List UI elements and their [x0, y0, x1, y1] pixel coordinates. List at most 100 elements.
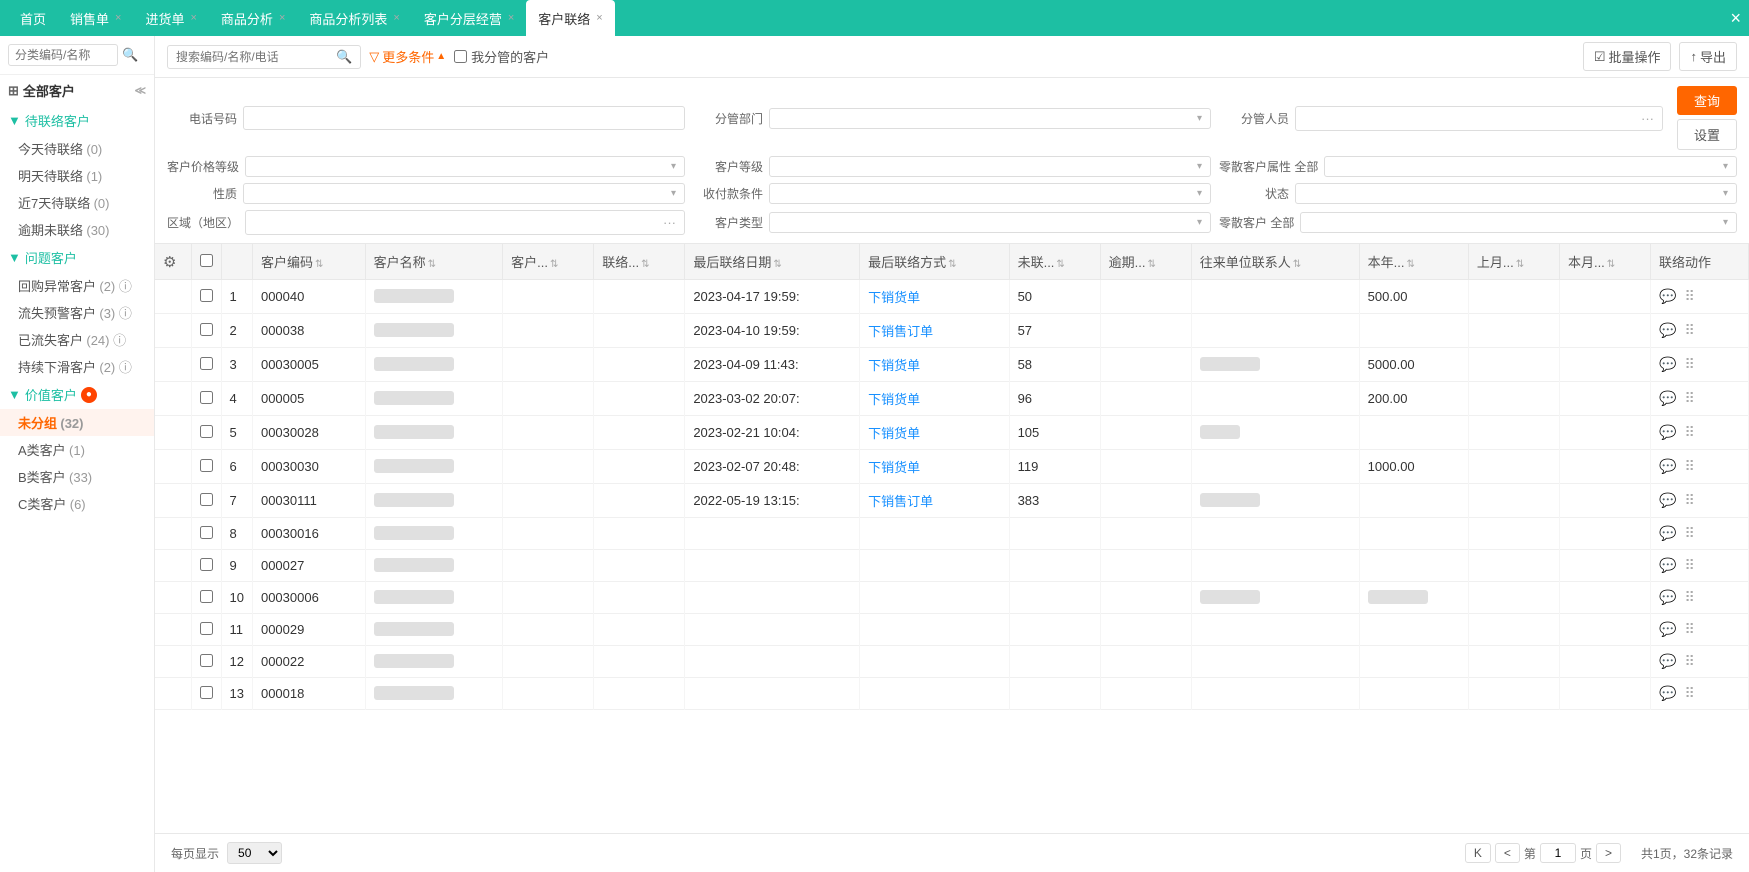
- sidebar-item-lost[interactable]: 已流失客户 (24) ⓘ: [0, 326, 154, 353]
- message-icon[interactable]: 💬: [1659, 458, 1676, 475]
- grade-select[interactable]: ▾: [769, 156, 1211, 177]
- grid-action-icon[interactable]: ⠿: [1684, 685, 1694, 702]
- sort-icon-od[interactable]: ⇅: [1148, 259, 1156, 270]
- sort-icon-lm[interactable]: ⇅: [1516, 259, 1524, 270]
- message-icon[interactable]: 💬: [1659, 557, 1676, 574]
- sort-icon-name[interactable]: ⇅: [428, 259, 436, 270]
- search-button[interactable]: 查询: [1677, 86, 1737, 115]
- row-checkbox[interactable]: [200, 686, 213, 699]
- sidebar-collapse-btn[interactable]: ≪: [134, 84, 146, 97]
- cell-checkbox[interactable]: [191, 582, 221, 614]
- row-checkbox[interactable]: [200, 526, 213, 539]
- sidebar-item-unclassified[interactable]: 未分组 (32): [0, 409, 154, 436]
- grid-action-icon[interactable]: ⠿: [1684, 589, 1694, 606]
- cell-checkbox[interactable]: [191, 484, 221, 518]
- reset-button[interactable]: 设置: [1677, 119, 1737, 150]
- retail-select[interactable]: ▾: [1300, 212, 1737, 233]
- cell-checkbox[interactable]: [191, 450, 221, 484]
- settings-icon[interactable]: ⚙: [163, 254, 176, 271]
- grid-action-icon[interactable]: ⠿: [1684, 525, 1694, 542]
- cell-checkbox[interactable]: [191, 314, 221, 348]
- sidebar-item-today[interactable]: 今天待联络 (0): [0, 135, 154, 162]
- sort-icon-ty[interactable]: ⇅: [1407, 259, 1415, 270]
- sidebar-search-input[interactable]: [8, 44, 118, 66]
- tab-customer-segment[interactable]: 客户分层经营 ×: [412, 0, 526, 36]
- message-icon[interactable]: 💬: [1659, 621, 1676, 638]
- tab-close-customer-contact[interactable]: ×: [596, 12, 602, 24]
- last-method-link[interactable]: 下销货单: [868, 358, 920, 373]
- price-grade-select[interactable]: ▾: [245, 156, 685, 177]
- message-icon[interactable]: 💬: [1659, 525, 1676, 542]
- row-checkbox[interactable]: [200, 289, 213, 302]
- sidebar-group-pending[interactable]: ▼ 待联络客户: [0, 106, 154, 135]
- cell-checkbox[interactable]: [191, 280, 221, 314]
- my-customers-checkbox[interactable]: [454, 50, 467, 63]
- tab-home[interactable]: 首页: [8, 0, 58, 36]
- cell-checkbox[interactable]: [191, 646, 221, 678]
- last-method-link[interactable]: 下销货单: [868, 290, 920, 305]
- last-method-link[interactable]: 下销售订单: [868, 494, 933, 509]
- page-next-btn[interactable]: >: [1596, 843, 1621, 863]
- grid-action-icon[interactable]: ⠿: [1684, 557, 1694, 574]
- grid-action-icon[interactable]: ⠿: [1684, 288, 1694, 305]
- grid-action-icon[interactable]: ⠿: [1684, 424, 1694, 441]
- last-method-link[interactable]: 下销货单: [868, 392, 920, 407]
- page-first-btn[interactable]: K: [1465, 843, 1491, 863]
- grid-action-icon[interactable]: ⠿: [1684, 492, 1694, 509]
- phone-input[interactable]: [243, 106, 685, 130]
- row-checkbox[interactable]: [200, 391, 213, 404]
- grid-action-icon[interactable]: ⠿: [1684, 390, 1694, 407]
- sidebar-item-group-a[interactable]: A类客户 (1): [0, 436, 154, 463]
- message-icon[interactable]: 💬: [1659, 492, 1676, 509]
- tab-customer-contact[interactable]: 客户联络 ×: [526, 0, 614, 36]
- last-method-link[interactable]: 下销货单: [868, 460, 920, 475]
- retail-attr-select[interactable]: ▾: [1324, 156, 1737, 177]
- cell-checkbox[interactable]: [191, 348, 221, 382]
- sidebar-item-churn-risk[interactable]: 流失预警客户 (3) ⓘ: [0, 299, 154, 326]
- message-icon[interactable]: 💬: [1659, 390, 1676, 407]
- cell-checkbox[interactable]: [191, 678, 221, 710]
- customer-type-select[interactable]: ▾: [769, 212, 1211, 233]
- grid-action-icon[interactable]: ⠿: [1684, 458, 1694, 475]
- nature-select[interactable]: ▾: [243, 183, 685, 204]
- grid-action-icon[interactable]: ⠿: [1684, 621, 1694, 638]
- message-icon[interactable]: 💬: [1659, 424, 1676, 441]
- page-input[interactable]: [1540, 843, 1576, 863]
- my-customers-checkbox-label[interactable]: 我分管的客户: [454, 47, 549, 66]
- sidebar-item-declining[interactable]: 持续下滑客户 (2) ⓘ: [0, 353, 154, 380]
- grid-action-icon[interactable]: ⠿: [1684, 653, 1694, 670]
- sidebar-group-value[interactable]: ▼ 价值客户 ●: [0, 380, 154, 409]
- message-icon[interactable]: 💬: [1659, 288, 1676, 305]
- sidebar-item-overdue[interactable]: 逾期未联络 (30): [0, 216, 154, 243]
- cell-checkbox[interactable]: [191, 614, 221, 646]
- tab-close-customer-segment[interactable]: ×: [508, 12, 514, 24]
- row-checkbox[interactable]: [200, 493, 213, 506]
- payment-select[interactable]: ▾: [769, 183, 1211, 204]
- message-icon[interactable]: 💬: [1659, 685, 1676, 702]
- message-icon[interactable]: 💬: [1659, 589, 1676, 606]
- sidebar-all-customers[interactable]: ⊞ 全部客户 ≪: [0, 75, 154, 106]
- more-conditions-btn[interactable]: ▽ 更多条件 ▲: [369, 47, 446, 66]
- search-input[interactable]: [176, 50, 336, 64]
- sort-icon-method[interactable]: ⇅: [948, 259, 956, 270]
- tab-sales[interactable]: 销售单 ×: [58, 0, 133, 36]
- last-method-link[interactable]: 下销货单: [868, 426, 920, 441]
- sort-icon-contact[interactable]: ⇅: [641, 259, 649, 270]
- tab-close-purchase[interactable]: ×: [190, 12, 196, 24]
- cell-checkbox[interactable]: [191, 518, 221, 550]
- export-button[interactable]: ↑ 导出: [1679, 42, 1737, 71]
- sort-icon-date[interactable]: ⇅: [773, 259, 781, 270]
- grid-action-icon[interactable]: ⠿: [1684, 322, 1694, 339]
- manager-select[interactable]: ···: [1295, 106, 1663, 131]
- page-prev-btn[interactable]: <: [1495, 843, 1520, 863]
- row-checkbox[interactable]: [200, 654, 213, 667]
- row-checkbox[interactable]: [200, 558, 213, 571]
- sort-icon-un[interactable]: ⇅: [1056, 259, 1064, 270]
- message-icon[interactable]: 💬: [1659, 356, 1676, 373]
- row-checkbox[interactable]: [200, 622, 213, 635]
- row-checkbox[interactable]: [200, 425, 213, 438]
- tab-close-product-analysis-list[interactable]: ×: [393, 12, 399, 24]
- cell-checkbox[interactable]: [191, 416, 221, 450]
- tab-product-analysis-list[interactable]: 商品分析列表 ×: [297, 0, 411, 36]
- status-select[interactable]: ▾: [1295, 183, 1737, 204]
